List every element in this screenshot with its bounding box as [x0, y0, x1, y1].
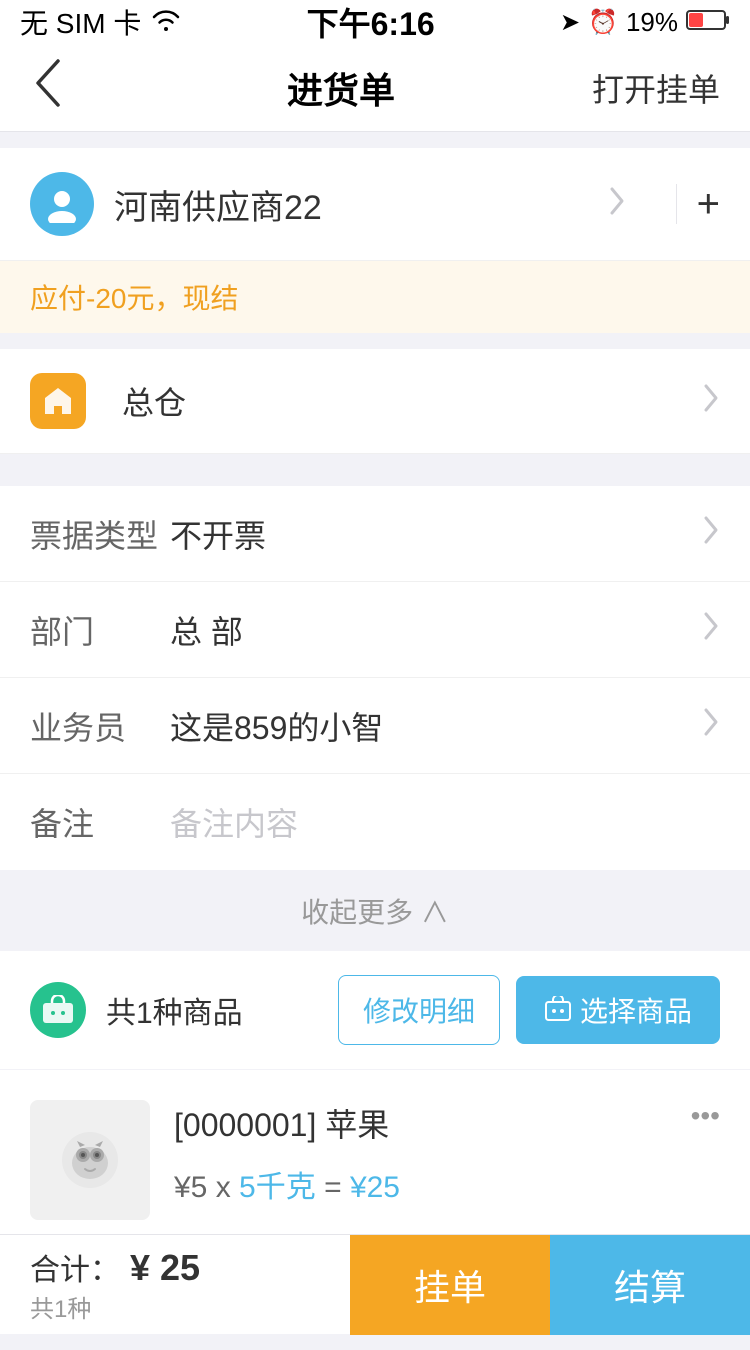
- avatar: [30, 172, 94, 236]
- status-left: 无 SIM 卡: [20, 2, 181, 42]
- carrier-label: 无 SIM 卡: [20, 2, 141, 42]
- product-info: [0000001] 苹果 ¥5 x 5千克 = ¥25: [174, 1100, 691, 1206]
- divider-2: [0, 333, 750, 349]
- divider-3: [0, 454, 750, 470]
- select-product-button[interactable]: 选择商品: [516, 976, 720, 1044]
- summary-count: 共1种: [30, 1289, 320, 1324]
- invoice-type-value: 不开票: [170, 511, 692, 557]
- form-section: 票据类型 不开票 部门 总 部 业务员 这是859的小智 备注 备注内容: [0, 486, 750, 870]
- warehouse-name: 总仓: [122, 378, 692, 424]
- remark-label: 备注: [30, 799, 170, 845]
- salesperson-label: 业务员: [30, 703, 170, 749]
- quantity-value: 5千克: [239, 1171, 316, 1204]
- back-button[interactable]: [30, 57, 90, 119]
- product-name: [0000001] 苹果: [174, 1100, 691, 1146]
- price-value: ¥5 x: [174, 1171, 239, 1204]
- salesperson-chevron-icon: [702, 706, 720, 745]
- summary-section: 合计： ¥ 25 共1种: [0, 1245, 350, 1324]
- status-time: 下午6:16: [307, 0, 435, 45]
- battery-icon: [686, 7, 730, 38]
- equals-sign: =: [324, 1171, 350, 1204]
- invoice-chevron-icon: [702, 514, 720, 553]
- supplier-chevron-icon: [608, 185, 626, 224]
- summary-total: 合计： ¥ 25: [30, 1245, 320, 1289]
- supplier-name: 河南供应商22: [114, 180, 608, 229]
- invoice-type-label: 票据类型: [30, 511, 170, 557]
- total-amount: ¥ 25: [130, 1247, 200, 1288]
- product-title: 苹果: [325, 1107, 389, 1143]
- warehouse-row[interactable]: 总仓: [0, 349, 750, 454]
- top-divider: [0, 132, 750, 148]
- invoice-type-row[interactable]: 票据类型 不开票: [0, 486, 750, 582]
- wifi-icon: [151, 6, 181, 38]
- status-right: ➤ ⏰ 19%: [560, 7, 730, 38]
- department-chevron-icon: [702, 610, 720, 649]
- remark-row[interactable]: 备注 备注内容: [0, 774, 750, 870]
- supplier-row[interactable]: 河南供应商22 +: [0, 148, 750, 261]
- products-count: 共1种商品: [106, 988, 338, 1032]
- checkout-button[interactable]: 结算: [550, 1235, 750, 1335]
- product-more-button[interactable]: •••: [691, 1100, 720, 1132]
- warehouse-icon-bg: [30, 373, 86, 429]
- product-item: [0000001] 苹果 ¥5 x 5千克 = ¥25 •••: [0, 1070, 750, 1250]
- total-value: ¥25: [350, 1171, 400, 1204]
- location-icon: ➤: [560, 8, 580, 37]
- salesperson-value: 这是859的小智: [170, 703, 692, 749]
- warehouse-chevron-icon: [702, 382, 720, 421]
- select-product-label: 选择商品: [580, 990, 692, 1030]
- collapse-label: 收起更多 ∧: [301, 891, 449, 931]
- divider: [676, 184, 677, 224]
- product-price: ¥5 x 5千克 = ¥25: [174, 1162, 691, 1206]
- department-value: 总 部: [170, 607, 692, 653]
- add-button[interactable]: +: [697, 182, 720, 227]
- supplier-section: 河南供应商22 + 应付-20元，现结: [0, 148, 750, 333]
- page-title: 进货单: [287, 62, 395, 114]
- department-label: 部门: [30, 607, 170, 653]
- product-thumbnail: [30, 1100, 150, 1220]
- open-hang-button[interactable]: 打开挂单: [592, 65, 720, 111]
- collapse-row[interactable]: 收起更多 ∧: [0, 871, 750, 951]
- products-icon: [30, 982, 86, 1038]
- product-code: [0000001]: [174, 1107, 325, 1143]
- hang-button[interactable]: 挂单: [350, 1235, 550, 1335]
- remark-placeholder: 备注内容: [170, 799, 720, 845]
- products-header: 共1种商品 修改明细 选择商品: [0, 951, 750, 1069]
- alarm-icon: ⏰: [588, 8, 618, 37]
- status-bar: 无 SIM 卡 下午6:16 ➤ ⏰ 19%: [0, 0, 750, 44]
- total-label: 合计：: [30, 1254, 120, 1287]
- bottom-bar: 合计： ¥ 25 共1种 挂单 结算: [0, 1234, 750, 1334]
- department-row[interactable]: 部门 总 部: [0, 582, 750, 678]
- salesperson-row[interactable]: 业务员 这是859的小智: [0, 678, 750, 774]
- alert-row: 应付-20元，现结: [0, 261, 750, 333]
- modify-detail-button[interactable]: 修改明细: [338, 975, 500, 1045]
- nav-bar: 进货单 打开挂单: [0, 44, 750, 132]
- battery-percent: 19%: [626, 7, 678, 38]
